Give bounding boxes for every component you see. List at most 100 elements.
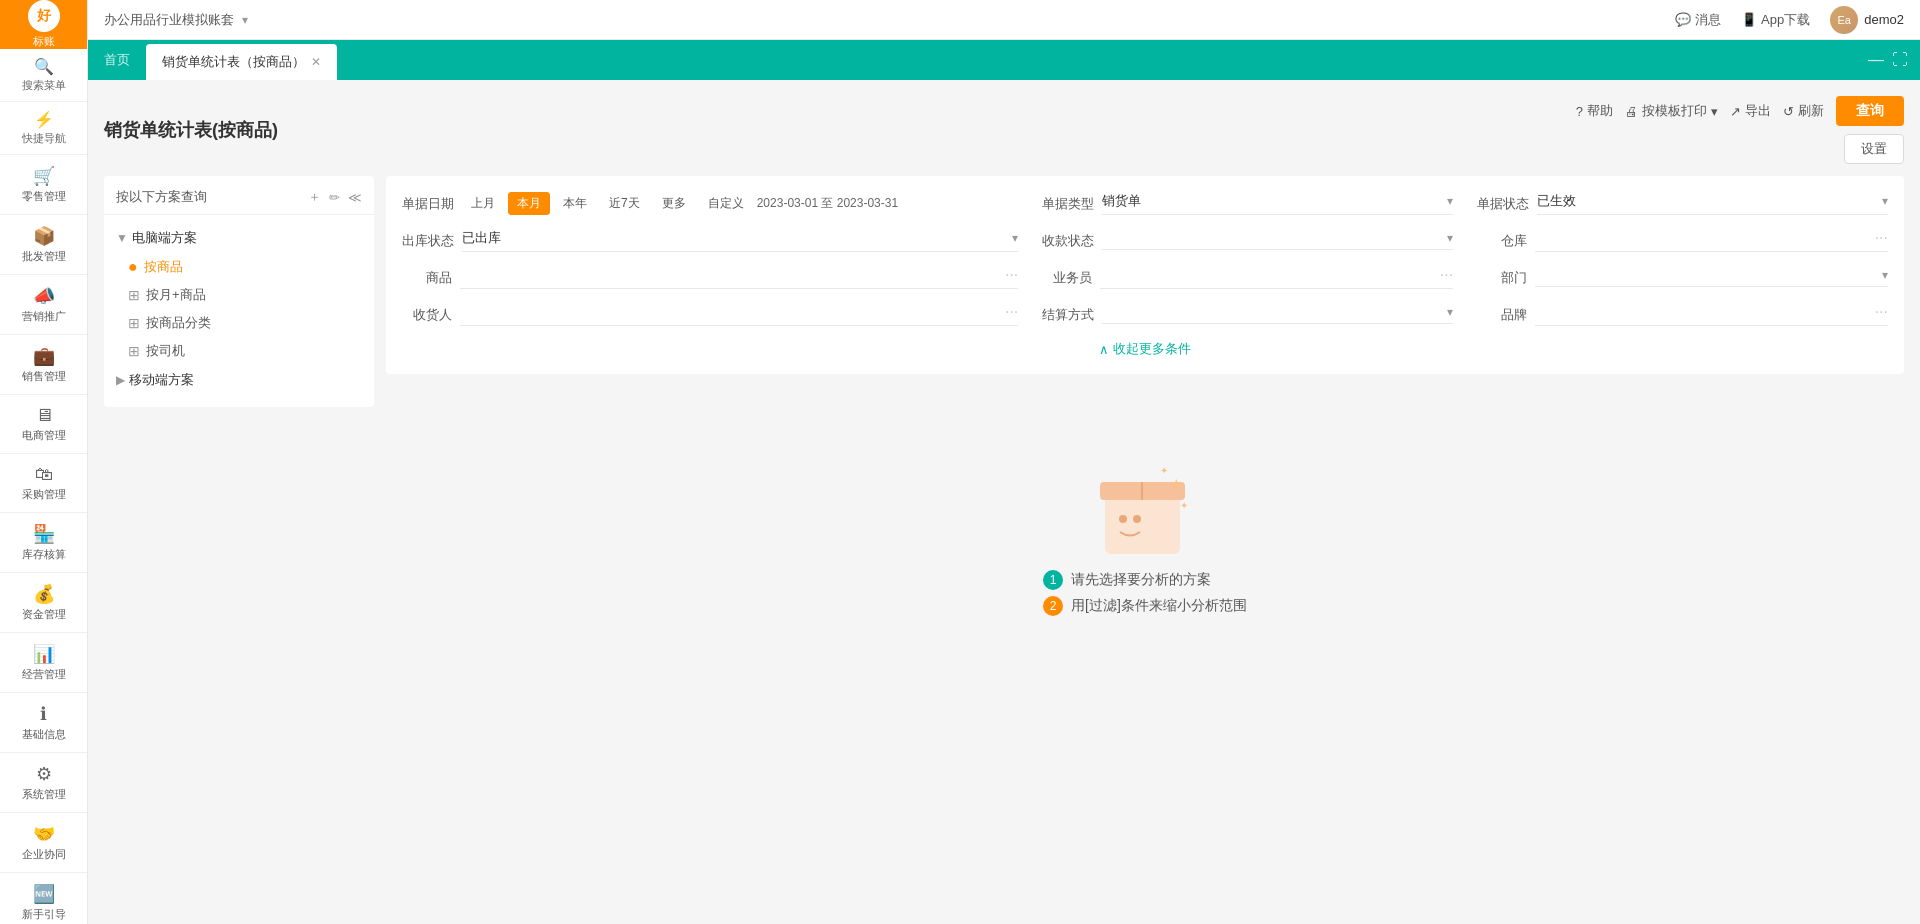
tab-close-icon[interactable]: ✕ bbox=[311, 55, 321, 69]
sidebar-item-ecommerce[interactable]: 🖥 电商管理 bbox=[0, 395, 87, 454]
salesperson-control[interactable]: ··· bbox=[1100, 266, 1453, 289]
topbar-app-btn[interactable]: 📱 App下载 bbox=[1741, 11, 1810, 29]
department-control[interactable]: ▾ bbox=[1535, 268, 1888, 287]
scheme-pc-label: 电脑端方案 bbox=[132, 229, 197, 247]
payment-status-control[interactable]: ▾ bbox=[1102, 231, 1453, 250]
collapse-panel-icon[interactable]: ≪ bbox=[348, 190, 362, 205]
tab-home[interactable]: 首页 bbox=[88, 40, 146, 80]
scheme-group-mobile[interactable]: ▶ 移动端方案 bbox=[104, 365, 374, 395]
date-btn-this-year[interactable]: 本年 bbox=[554, 192, 596, 215]
refresh-label: 刷新 bbox=[1798, 102, 1824, 120]
sidebar-item-purchase[interactable]: 🛍 采购管理 bbox=[0, 454, 87, 513]
doctype-control[interactable]: 销货单 ▾ bbox=[1102, 192, 1453, 215]
topbar-message-btn[interactable]: 💬 消息 bbox=[1675, 11, 1721, 29]
settlement-control[interactable]: ▾ bbox=[1102, 305, 1453, 324]
date-btn-custom[interactable]: 自定义 bbox=[699, 192, 753, 215]
sidebar-logo[interactable]: 好 标账 bbox=[0, 0, 88, 49]
tab-sales-stats[interactable]: 销货单统计表（按商品） ✕ bbox=[146, 44, 337, 80]
sidebar-item-inventory[interactable]: 🏪 库存核算 bbox=[0, 513, 87, 573]
refresh-btn[interactable]: ↺ 刷新 bbox=[1783, 102, 1824, 120]
date-btn-this-month[interactable]: 本月 bbox=[508, 192, 550, 215]
sidebar-item-basic[interactable]: ℹ 基础信息 bbox=[0, 693, 87, 753]
sidebar-item-guide[interactable]: 🆕 新手引导 bbox=[0, 873, 87, 924]
date-btn-more[interactable]: 更多 bbox=[653, 192, 695, 215]
scheme-sub-by-month-product[interactable]: ⊞ 按月+商品 bbox=[104, 281, 374, 309]
filter-row-1: 单据日期 上月 本月 本年 近7天 更多 自定义 2023-03-01 至 20… bbox=[402, 192, 1888, 215]
warehouse-status-control[interactable]: 已出库 ▾ bbox=[462, 229, 1018, 252]
date-btn-7days[interactable]: 近7天 bbox=[600, 192, 649, 215]
enterprise-icon: 🤝 bbox=[33, 823, 55, 845]
receiver-control[interactable]: ··· bbox=[460, 303, 1018, 326]
topbar-dropdown-icon[interactable]: ▾ bbox=[242, 13, 248, 27]
salesperson-dots[interactable]: ··· bbox=[1440, 266, 1453, 284]
filter-docstatus-item: 单据状态 已生效 ▾ bbox=[1477, 192, 1888, 215]
sidebar-item-sales[interactable]: 💼 销售管理 bbox=[0, 335, 87, 395]
help-btn[interactable]: ? 帮助 bbox=[1576, 102, 1613, 120]
warehouse-control[interactable]: ··· bbox=[1535, 229, 1888, 252]
brand-control[interactable]: ··· bbox=[1535, 303, 1888, 326]
settings-button[interactable]: 设置 bbox=[1844, 134, 1904, 164]
docstatus-control[interactable]: 已生效 ▾ bbox=[1537, 192, 1888, 215]
sidebar-item-retail[interactable]: 🛒 零售管理 bbox=[0, 155, 87, 215]
product-control[interactable]: ··· bbox=[460, 266, 1018, 289]
operations-icon: 📊 bbox=[33, 643, 55, 665]
sidebar-item-wholesale[interactable]: 📦 批发管理 bbox=[0, 215, 87, 275]
sidebar-item-marketing[interactable]: 📣 营销推广 bbox=[0, 275, 87, 335]
tip-text-2: 用[过滤]条件来缩小分析范围 bbox=[1071, 597, 1247, 615]
app-label: App下载 bbox=[1761, 11, 1810, 29]
scheme-sub-by-cashier[interactable]: ⊞ 按司机 bbox=[104, 337, 374, 365]
ecommerce-label: 电商管理 bbox=[22, 428, 66, 443]
svg-point-4 bbox=[1133, 515, 1141, 523]
retail-label: 零售管理 bbox=[22, 189, 66, 204]
tab-minimize-icon[interactable]: — bbox=[1868, 51, 1884, 69]
page-title: 销货单统计表(按商品) bbox=[104, 118, 278, 142]
filter-date-item: 单据日期 上月 本月 本年 近7天 更多 自定义 2023-03-01 至 20… bbox=[402, 192, 1018, 215]
sidebar-item-enterprise[interactable]: 🤝 企业协同 bbox=[0, 813, 87, 873]
sidebar-item-system[interactable]: ⚙ 系统管理 bbox=[0, 753, 87, 813]
sidebar-search[interactable]: 🔍 搜索菜单 bbox=[0, 49, 87, 102]
payment-status-label: 收款状态 bbox=[1042, 232, 1094, 250]
collapse-icon: ∧ bbox=[1099, 342, 1109, 357]
date-btn-last-month[interactable]: 上月 bbox=[462, 192, 504, 215]
scheme-sub-by-product[interactable]: ● 按商品 bbox=[104, 253, 374, 281]
inventory-icon: 🏪 bbox=[33, 523, 55, 545]
product-dots[interactable]: ··· bbox=[1005, 266, 1018, 284]
scheme-group-pc[interactable]: ▼ 电脑端方案 bbox=[104, 223, 374, 253]
sidebar-item-finance[interactable]: 💰 资金管理 bbox=[0, 573, 87, 633]
tab-fullscreen-icon[interactable]: ⛶ bbox=[1892, 51, 1908, 69]
sidebar-item-operations[interactable]: 📊 经营管理 bbox=[0, 633, 87, 693]
nav-icon: ⚡ bbox=[34, 110, 54, 129]
edit-scheme-icon[interactable]: ✏ bbox=[329, 190, 340, 205]
brand-dots[interactable]: ··· bbox=[1875, 303, 1888, 321]
add-scheme-icon[interactable]: ＋ bbox=[308, 188, 321, 206]
scheme-by-category-label: 按商品分类 bbox=[146, 314, 211, 332]
settlement-label: 结算方式 bbox=[1042, 306, 1094, 324]
export-btn[interactable]: ↗ 导出 bbox=[1730, 102, 1771, 120]
topbar-user[interactable]: Ea demo2 bbox=[1830, 6, 1904, 34]
query-button[interactable]: 查询 bbox=[1836, 96, 1904, 126]
doctype-dropdown-icon: ▾ bbox=[1447, 194, 1453, 208]
sidebar-quicknav[interactable]: ⚡ 快捷导航 bbox=[0, 102, 87, 155]
filter-department-item: 部门 ▾ bbox=[1477, 268, 1888, 287]
department-label: 部门 bbox=[1477, 269, 1527, 287]
left-panel-header: 按以下方案查询 ＋ ✏ ≪ bbox=[104, 188, 374, 215]
username-label: demo2 bbox=[1864, 12, 1904, 27]
left-panel-icons: ＋ ✏ ≪ bbox=[308, 188, 362, 206]
salesperson-label: 业务员 bbox=[1042, 269, 1092, 287]
nav-label: 快捷导航 bbox=[22, 131, 66, 146]
print-btn[interactable]: 🖨 按模板打印 ▾ bbox=[1625, 102, 1718, 120]
scheme-sub-by-category[interactable]: ⊞ 按商品分类 bbox=[104, 309, 374, 337]
warehouse-label: 仓库 bbox=[1477, 232, 1527, 250]
print-icon: 🖨 bbox=[1625, 104, 1638, 119]
message-icon: 💬 bbox=[1675, 12, 1691, 27]
purchase-label: 采购管理 bbox=[22, 487, 66, 502]
svg-text:✦: ✦ bbox=[1160, 465, 1168, 476]
page-header: 销货单统计表(按商品) ? 帮助 🖨 按模板打印 ▾ ↗ 导出 bbox=[104, 96, 1904, 164]
docstatus-dropdown-icon: ▾ bbox=[1882, 194, 1888, 208]
empty-illustration: ★ ✦ ✦ bbox=[1085, 454, 1205, 554]
warehouse-dots[interactable]: ··· bbox=[1875, 229, 1888, 247]
collapse-conditions-btn[interactable]: ∧ 收起更多条件 bbox=[402, 340, 1888, 358]
empty-tips: 1 请先选择要分析的方案 2 用[过滤]条件来缩小分析范围 bbox=[1043, 570, 1247, 616]
sales-label: 销售管理 bbox=[22, 369, 66, 384]
receiver-dots[interactable]: ··· bbox=[1005, 303, 1018, 321]
